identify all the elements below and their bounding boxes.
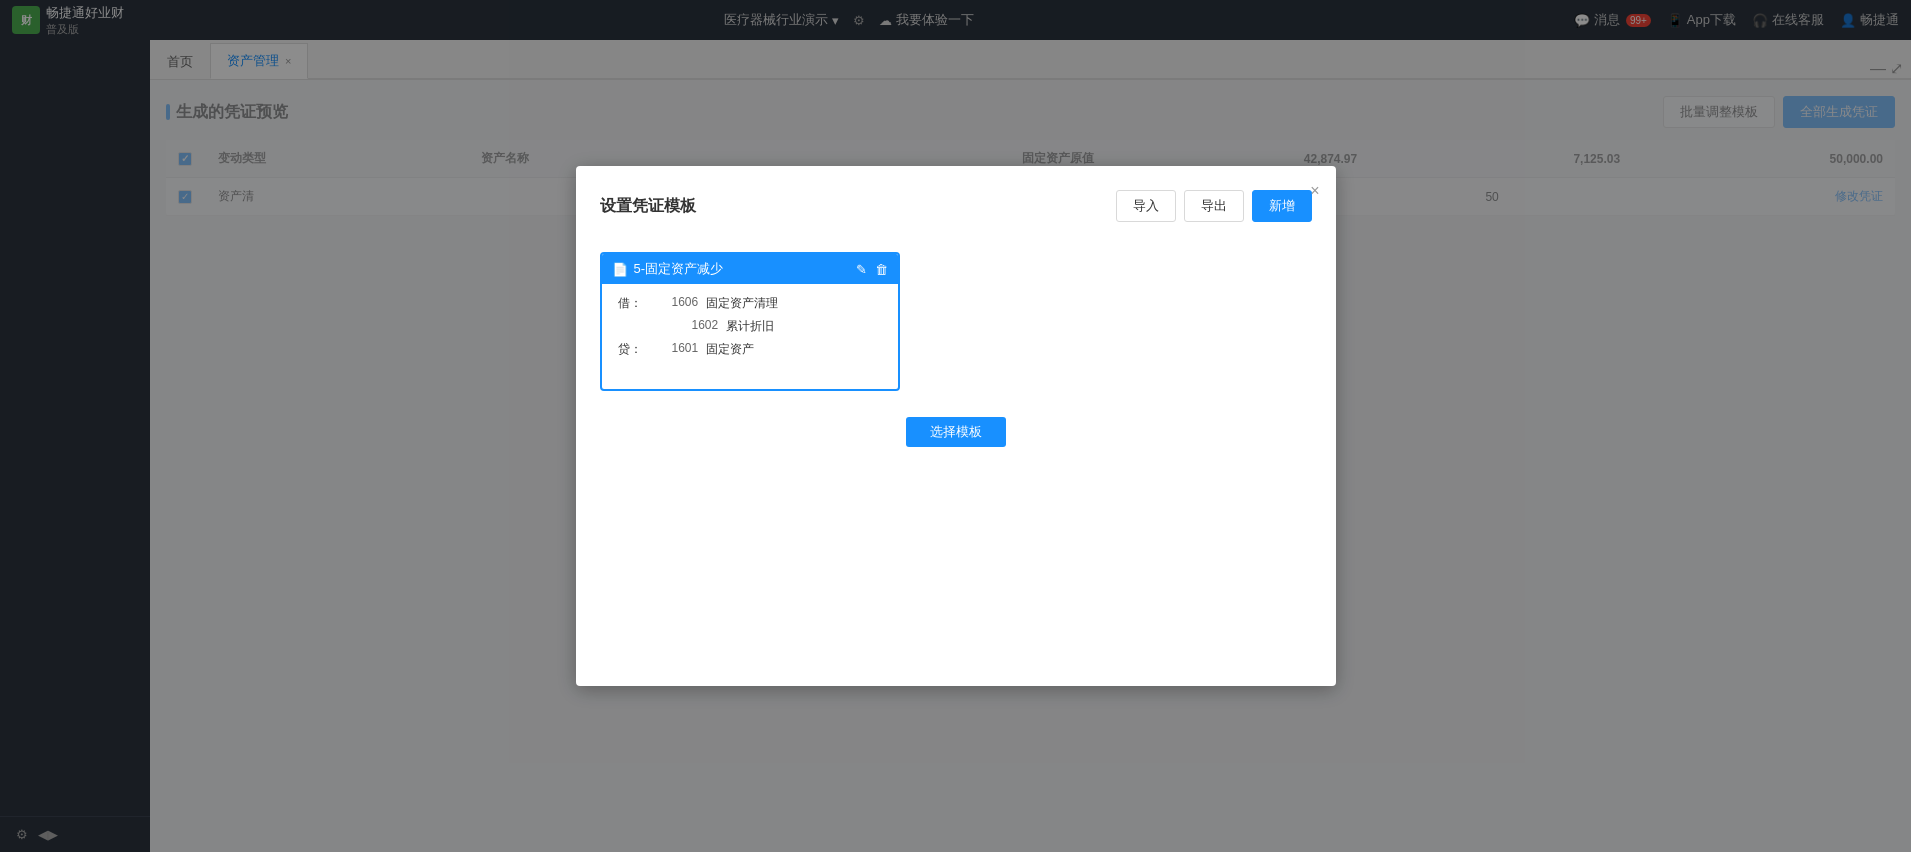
import-button[interactable]: 导入 [1116,190,1176,222]
template-card: 📄 5-固定资产减少 ✎ 🗑 借： 1606 固定资产清理 [600,252,900,391]
modal-header: 设置凭证模板 导入 导出 新增 [600,190,1312,222]
entry-code-1: 1606 [672,295,699,312]
entry-account-2: 累计折旧 [722,318,897,335]
modal-close-button[interactable]: × [1310,182,1319,200]
template-card-header-left: 📄 5-固定资产减少 [612,260,724,278]
modal-actions: 导入 导出 新增 [1116,190,1312,222]
template-row-1: 借： 1606 固定资产清理 [602,292,898,315]
entry-account-3: 固定资产 [702,341,897,358]
entry-account-1: 固定资产清理 [702,295,897,312]
select-template-button[interactable]: 选择模板 [906,417,1006,447]
edit-template-icon[interactable]: ✎ [856,262,867,277]
entry-side-3: 贷： [602,341,672,358]
template-area: 📄 5-固定资产减少 ✎ 🗑 借： 1606 固定资产清理 [600,242,1312,401]
template-row-3: 贷： 1601 固定资产 [602,338,898,361]
template-name: 5-固定资产减少 [634,260,724,278]
modal-overlay: × 设置凭证模板 导入 导出 新增 📄 5-固定资产减少 ✎ [0,0,1911,852]
template-row-2: 1602 累计折旧 [602,315,898,338]
entry-code-2: 1602 [692,318,719,335]
template-card-body: 借： 1606 固定资产清理 1602 累计折旧 贷： 1601 固定资产 [602,284,898,389]
new-button[interactable]: 新增 [1252,190,1312,222]
entry-side-1: 借： [602,295,672,312]
template-card-header: 📄 5-固定资产减少 ✎ 🗑 [602,254,898,284]
template-row-empty [602,361,898,381]
delete-template-icon[interactable]: 🗑 [875,262,888,277]
modal-title: 设置凭证模板 [600,196,696,217]
template-card-header-right: ✎ 🗑 [856,262,888,277]
entry-code-3: 1601 [672,341,699,358]
template-file-icon: 📄 [612,262,628,277]
select-template-container: 选择模板 [600,417,1312,447]
modal-dialog: × 设置凭证模板 导入 导出 新增 📄 5-固定资产减少 ✎ [576,166,1336,686]
entry-side-2 [602,318,672,335]
export-button[interactable]: 导出 [1184,190,1244,222]
